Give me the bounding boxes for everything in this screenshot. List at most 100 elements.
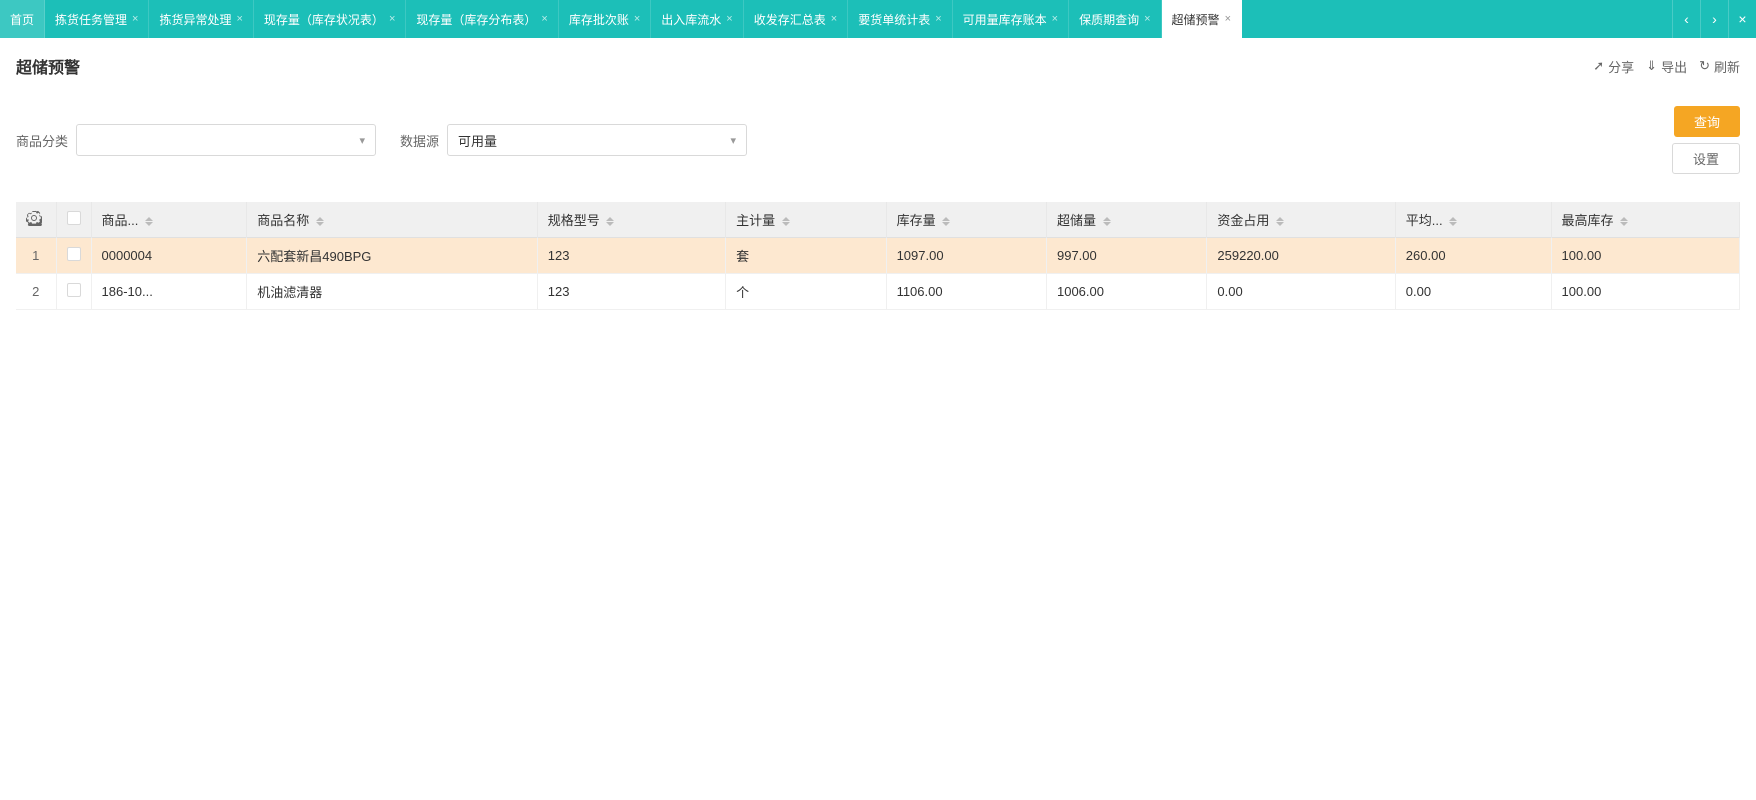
row-avg: 260.00 [1395,238,1551,274]
datasource-select[interactable]: 可用量 ▾ [447,124,747,156]
row-code: 186-10... [91,274,247,310]
row-number: 1 [16,238,56,274]
col-unit[interactable]: 主计量 [726,202,886,238]
settings-button[interactable]: 设置 [1672,143,1740,174]
row-stock: 1106.00 [886,274,1046,310]
row-over: 1006.00 [1046,274,1206,310]
filter-area: 商品分类 ▾ 数据源 可用量 ▾ 查询 设置 [16,94,1740,186]
close-icon[interactable]: × [236,13,242,25]
row-capital: 259220.00 [1207,238,1395,274]
nav-item-exception[interactable]: 拣货异常处理 × [149,0,253,38]
gear-icon [26,210,42,226]
col-stock[interactable]: 库存量 [886,202,1046,238]
top-navigation: 首页 拣货任务管理 × 拣货异常处理 × 现存量（库存状况表） × 现存量（库存… [0,0,1756,38]
refresh-icon: ↻ [1699,58,1710,74]
page-title: 超储预警 [16,54,80,78]
close-icon[interactable]: × [1052,13,1058,25]
nav-item-batch[interactable]: 库存批次账 × [559,0,651,38]
row-checkbox[interactable] [67,283,81,297]
sort-icon [1103,217,1111,226]
table-row: 1 0000004 六配套新昌490BPG 123 套 1097.00 997.… [16,238,1740,274]
nav-next-button[interactable]: › [1700,0,1728,38]
nav-item-order-stats[interactable]: 要货单统计表 × [848,0,952,38]
chevron-down-icon: ▾ [359,134,365,147]
close-icon[interactable]: × [634,13,640,25]
close-icon[interactable]: × [389,13,395,25]
sort-icon [1620,217,1628,226]
row-checkbox-cell[interactable] [56,274,91,310]
export-icon: ⇓ [1646,58,1657,74]
col-avg[interactable]: 平均... [1395,202,1551,238]
category-select[interactable]: ▾ [76,124,376,156]
nav-item-available-ledger[interactable]: 可用量库存账本 × [953,0,1069,38]
close-icon[interactable]: × [132,13,138,25]
share-icon: ➚ [1593,58,1604,74]
col-over[interactable]: 超储量 [1046,202,1206,238]
sort-icon [782,217,790,226]
row-unit: 套 [726,238,886,274]
nav-item-task[interactable]: 拣货任务管理 × [45,0,149,38]
row-checkbox-cell[interactable] [56,238,91,274]
page-header: 超储预警 ➚ 分享 ⇓ 导出 ↻ 刷新 [16,54,1740,78]
nav-prev-button[interactable]: ‹ [1672,0,1700,38]
category-label: 商品分类 [16,131,68,150]
row-spec: 123 [537,238,725,274]
row-capital: 0.00 [1207,274,1395,310]
datasource-label: 数据源 [400,131,439,150]
sort-icon [942,217,950,226]
data-table: 商品... 商品名称 规格型号 [16,202,1740,310]
col-capital[interactable]: 资金占用 [1207,202,1395,238]
select-all-checkbox[interactable] [67,211,81,225]
filter-buttons: 查询 设置 [1672,106,1740,174]
export-button[interactable]: ⇓ 导出 [1646,57,1687,76]
close-icon[interactable]: × [1144,13,1150,25]
nav-item-flow[interactable]: 出入库流水 × [651,0,743,38]
nav-item-inventory-status[interactable]: 现存量（库存状况表） × [254,0,406,38]
nav-item-home[interactable]: 首页 [0,0,45,38]
close-icon[interactable]: × [541,13,547,25]
nav-item-shelf-life[interactable]: 保质期查询 × [1069,0,1161,38]
datasource-filter: 数据源 可用量 ▾ [400,124,747,156]
row-maxstock: 100.00 [1551,238,1739,274]
col-spec[interactable]: 规格型号 [537,202,725,238]
sort-icon [316,217,324,226]
row-number: 2 [16,274,56,310]
row-stock: 1097.00 [886,238,1046,274]
nav-arrows: ‹ › × [1672,0,1756,38]
sort-icon [1276,217,1284,226]
close-icon[interactable]: × [1225,13,1231,25]
sort-icon [606,217,614,226]
close-icon[interactable]: × [831,13,837,25]
row-over: 997.00 [1046,238,1206,274]
gear-column-header[interactable] [16,202,56,238]
col-maxstock[interactable]: 最高库存 [1551,202,1739,238]
nav-close-button[interactable]: × [1728,0,1756,38]
col-name[interactable]: 商品名称 [247,202,538,238]
row-avg: 0.00 [1395,274,1551,310]
select-all-header[interactable] [56,202,91,238]
col-code[interactable]: 商品... [91,202,247,238]
row-checkbox[interactable] [67,247,81,261]
nav-item-overstock[interactable]: 超储预警 × [1162,0,1242,38]
category-filter: 商品分类 ▾ [16,124,376,156]
row-code: 0000004 [91,238,247,274]
row-name: 六配套新昌490BPG [247,238,538,274]
close-icon[interactable]: × [726,13,732,25]
row-name: 机油滤清器 [247,274,538,310]
chevron-down-icon: ▾ [731,134,737,147]
table-header-row: 商品... 商品名称 规格型号 [16,202,1740,238]
nav-item-inventory-dist[interactable]: 现存量（库存分布表） × [406,0,558,38]
row-unit: 个 [726,274,886,310]
share-button[interactable]: ➚ 分享 [1593,57,1634,76]
query-button[interactable]: 查询 [1674,106,1740,137]
row-spec: 123 [537,274,725,310]
nav-item-summary[interactable]: 收发存汇总表 × [744,0,848,38]
datasource-value: 可用量 [458,131,497,150]
sort-icon [145,217,153,226]
sort-icon [1449,217,1457,226]
header-actions: ➚ 分享 ⇓ 导出 ↻ 刷新 [1593,57,1740,76]
page-container: 超储预警 ➚ 分享 ⇓ 导出 ↻ 刷新 商品分类 ▾ 数据源 [0,38,1756,800]
close-icon[interactable]: × [935,13,941,25]
refresh-button[interactable]: ↻ 刷新 [1699,57,1740,76]
row-maxstock: 100.00 [1551,274,1739,310]
